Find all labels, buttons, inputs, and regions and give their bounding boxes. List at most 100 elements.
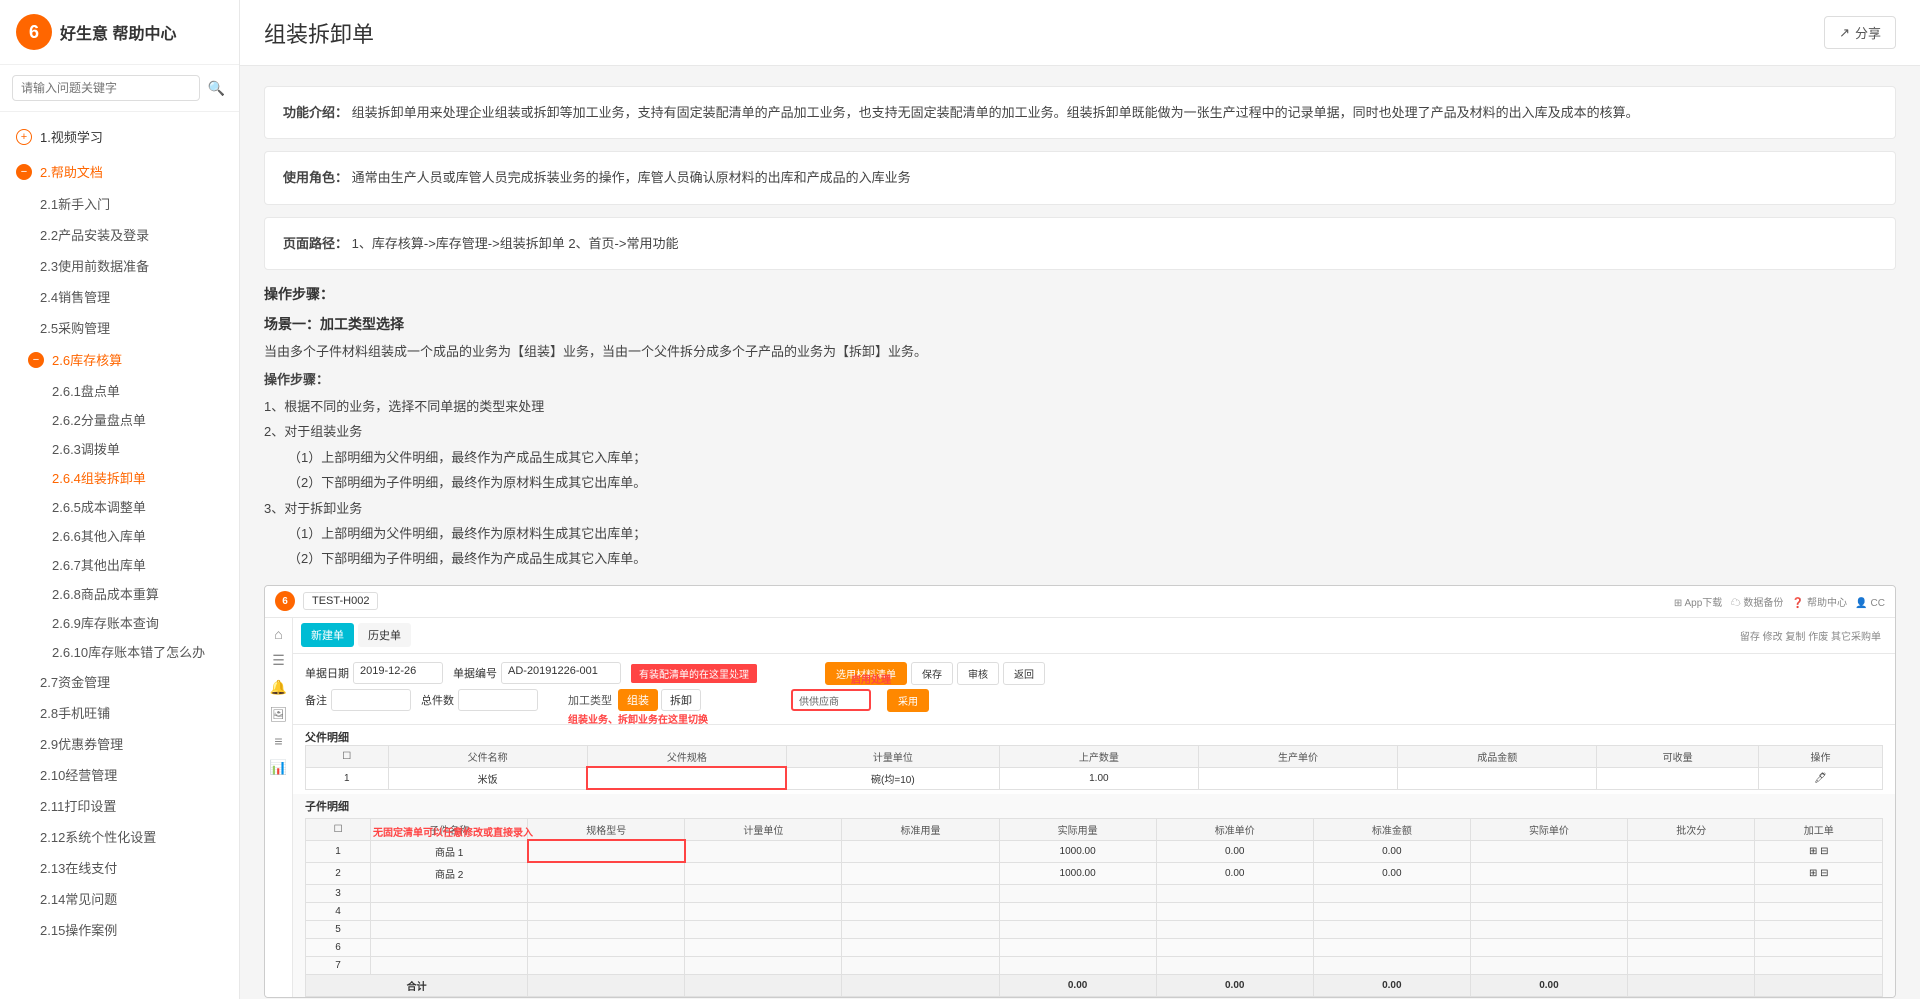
sidebar-item-print[interactable]: 2.11打印设置 <box>0 790 239 821</box>
search-input[interactable] <box>12 75 200 101</box>
sidebar-item-other-outbound[interactable]: 2.6.7其他出库单 <box>0 550 239 579</box>
step3-sub2: （2）下部明细为子件明细，最终作为产成品生成其它入库单。 <box>264 547 1896 570</box>
footer-op <box>1755 974 1883 996</box>
cell-op: ⊞ ⊟ <box>1755 840 1883 862</box>
sidebar-item-label: 1.视频学习 <box>40 127 103 146</box>
sidebar-item-cases[interactable]: 2.15操作案例 <box>0 914 239 945</box>
sidebar-item-help-docs[interactable]: − 2.帮助文档 <box>0 155 239 188</box>
sidebar-item-cost-adjust[interactable]: 2.6.5成本调整单 <box>0 492 239 521</box>
note-input[interactable] <box>331 689 411 711</box>
sidebar-logo: 6 好生意 帮助中心 <box>0 0 239 65</box>
lower-table: ☐ 子件名称 规格型号 计量单位 标准用量 实际用量 标准单价 标准金额 实际单… <box>305 818 1883 997</box>
annotation1-arrow <box>757 663 817 683</box>
share-button[interactable]: ↗ 分享 <box>1824 16 1896 49</box>
sidebar-item-inventory-query[interactable]: 2.6.9库存账本查询 <box>0 608 239 637</box>
sidebar-item-cost-recalc[interactable]: 2.6.8商品成本重算 <box>0 579 239 608</box>
sidebar-item-inventory[interactable]: − 2.6库存核算 <box>0 343 239 376</box>
lower-row-1: 1 商品 1 1000.00 0.00 0.00 <box>306 840 1883 862</box>
order-no-field: 单据编号 AD-20191226-001 <box>453 662 621 684</box>
cell-check: 1 <box>306 767 389 789</box>
sidebar-item-inventory-fix[interactable]: 2.6.10库存账本错了怎么办 <box>0 637 239 666</box>
form-row-2: 备注 总件数 加工类型 组装 <box>305 689 1883 712</box>
path-text: 1、库存核算->库存管理->组装拆卸单 2、首页->常用功能 <box>352 236 679 251</box>
sidebar-item-assembly[interactable]: 2.6.4组装拆卸单 <box>0 463 239 492</box>
sidebar-item-purchase[interactable]: 2.5采购管理 <box>0 312 239 343</box>
sidebar-item-install[interactable]: 2.2产品安装及登录 <box>0 219 239 250</box>
cell-actual-price <box>1470 862 1627 884</box>
app-actions: 留存 修改 复制 作废 其它采购单 <box>1740 628 1881 643</box>
sidebar-item-stocktake[interactable]: 2.6.1盘点单 <box>0 376 239 405</box>
sidebar-item-data-prep[interactable]: 2.3使用前数据准备 <box>0 250 239 281</box>
sidebar-item-transfer[interactable]: 2.6.3调拨单 <box>0 434 239 463</box>
order-no-input[interactable]: AD-20191226-001 <box>501 662 621 684</box>
sidebar-item-faq[interactable]: 2.14常见问题 <box>0 883 239 914</box>
role-text: 通常由生产人员或库管人员完成拆装业务的操作，库管人员确认原材料的出库和产成品的入… <box>352 170 911 185</box>
footer-actual-price: 0.00 <box>1470 974 1627 996</box>
sidebar-item-operation[interactable]: 2.10经营管理 <box>0 759 239 790</box>
app-tab-bar: 新建单 历史单 留存 修改 复制 作废 其它采购单 <box>293 618 1895 654</box>
col-unit-price: 生产单价 <box>1198 745 1397 767</box>
sidebar-item-mobile[interactable]: 2.8手机旺铺 <box>0 697 239 728</box>
annotation3-text: 启用处理 <box>851 671 891 686</box>
sidebar-item-personalize[interactable]: 2.12系统个性化设置 <box>0 821 239 852</box>
nav-section-help-docs: − 2.帮助文档 2.1新手入门 2.2产品安装及登录 2.3使用前数据准备 2… <box>0 155 239 945</box>
cell-name: 米饭 <box>388 767 587 789</box>
submit-btn[interactable]: 审核 <box>957 662 999 685</box>
main-content: 组装拆卸单 ↗ 分享 功能介绍： 组装拆卸单用来处理企业组装或拆卸等加工业务，支… <box>240 0 1920 999</box>
footer-col5 <box>842 974 999 996</box>
sidebar-search-area: 🔍 <box>0 65 239 112</box>
sidebar-item-sales[interactable]: 2.4销售管理 <box>0 281 239 312</box>
col-unit: 计量单位 <box>685 818 842 840</box>
sidebar-item-finance[interactable]: 2.7资金管理 <box>0 666 239 697</box>
steps-title: 操作步骤： <box>264 284 1896 304</box>
cell-num: 1 <box>306 840 371 862</box>
col-actual-price: 实际单价 <box>1470 818 1627 840</box>
sidebar-item-newcomer[interactable]: 2.1新手入门 <box>0 188 239 219</box>
share-icon: ↗ <box>1839 25 1850 41</box>
upper-section: 父件明细 <box>293 725 1895 745</box>
lower-row-7: 7 <box>306 956 1883 974</box>
page-title: 组装拆卸单 <box>264 17 374 49</box>
sidebar-item-label: 2.帮助文档 <box>40 162 103 181</box>
app-form-area: 单据日期 2019-12-26 单据编号 AD-20191226-001 有装配… <box>293 654 1895 725</box>
sidebar-item-coupon[interactable]: 2.9优惠券管理 <box>0 728 239 759</box>
sidebar: 6 好生意 帮助中心 🔍 + 1.视频学习 − 2.帮助文档 2.1新手入门 2… <box>0 0 240 999</box>
company-id: TEST-H002 <box>303 592 378 610</box>
cell-unit: 碗(均=10) <box>786 767 999 789</box>
type-assembly[interactable]: 组装 <box>618 689 658 711</box>
apply-btn[interactable]: 采用 <box>887 689 929 712</box>
date-field: 单据日期 2019-12-26 <box>305 662 443 684</box>
app-tab-history[interactable]: 历史单 <box>358 623 411 647</box>
sidebar-item-payment[interactable]: 2.13在线支付 <box>0 852 239 883</box>
sidebar-item-other-inbound[interactable]: 2.6.6其他入库单 <box>0 521 239 550</box>
save-btn[interactable]: 保存 <box>911 662 953 685</box>
count-input[interactable] <box>458 689 538 711</box>
type-disassembly[interactable]: 拆卸 <box>661 689 701 711</box>
cell-op: ⊞ ⊟ <box>1755 862 1883 884</box>
role-block: 使用角色： 通常由生产人员或库管人员完成拆装业务的操作，库管人员确认原材料的出库… <box>264 151 1896 204</box>
search-button[interactable]: 🔍 <box>206 78 227 99</box>
list-icon: ≡ <box>274 733 282 749</box>
enable-input[interactable]: 供供应商 <box>791 689 871 711</box>
note-label: 备注 <box>305 692 327 708</box>
col-parent-spec: 父件规格 <box>587 745 786 767</box>
lower-row-4: 4 <box>306 902 1883 920</box>
upper-table: ☐ 父件名称 父件规格 计量单位 上产数量 生产单价 成品金额 可收量 操作 <box>305 745 1883 790</box>
app-tab-new[interactable]: 新建单 <box>301 623 354 647</box>
date-input[interactable]: 2019-12-26 <box>353 662 443 684</box>
op-steps-title: 操作步骤： <box>264 368 1896 391</box>
sidebar-item-partial-stocktake[interactable]: 2.6.2分量盘点单 <box>0 405 239 434</box>
col-amount: 成品金额 <box>1398 745 1597 767</box>
expand-icon: + <box>16 129 32 145</box>
sidebar-nav: + 1.视频学习 − 2.帮助文档 2.1新手入门 2.2产品安装及登录 2.3… <box>0 112 239 999</box>
cell-std-price: 0.00 <box>1156 862 1313 884</box>
annotation2-text: 组装业务、拆卸业务在这里切换 <box>568 711 708 726</box>
col-prod-qty: 上产数量 <box>999 745 1198 767</box>
back-btn[interactable]: 返回 <box>1003 662 1045 685</box>
cell-std-qty <box>842 840 999 862</box>
col-unit: 计量单位 <box>786 745 999 767</box>
sidebar-item-video-learning[interactable]: + 1.视频学习 <box>0 120 239 153</box>
step2-sub2: （2）下部明细为子件明细，最终作为原材料生成其它出库单。 <box>264 471 1896 494</box>
cell-price <box>1198 767 1397 789</box>
func-intro-text: 组装拆卸单用来处理企业组装或拆卸等加工业务，支持有固定装配清单的产品加工业务，也… <box>352 105 1639 120</box>
